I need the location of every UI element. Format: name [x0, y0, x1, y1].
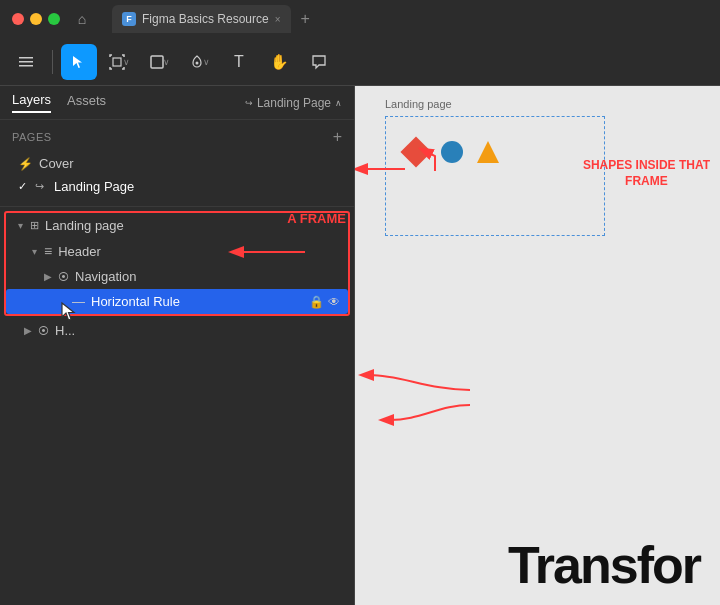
circle-shape — [441, 141, 463, 163]
layer-header[interactable]: ▾ ≡ Header — [6, 238, 348, 264]
frame-type-icon: ⊞ — [30, 219, 39, 232]
toolbar: ∨ ∨ ∨ T ✋ — [0, 38, 720, 86]
landing-page-item[interactable]: ✓ ↪ Landing Page — [12, 175, 342, 198]
layer-name-navigation: Navigation — [75, 269, 340, 284]
layer-actions: 🔒 👁 — [309, 295, 340, 309]
cursor-overlay — [60, 301, 78, 326]
assets-tab[interactable]: Assets — [67, 93, 106, 112]
svg-rect-3 — [113, 58, 121, 66]
svg-rect-0 — [19, 57, 33, 59]
current-page-tab: ↪ Landing Page ∧ — [245, 96, 342, 110]
pages-section: Pages + ⚡ Cover ✓ ↪ Landing Page — [0, 120, 354, 207]
group-type-icon: ≡ — [44, 243, 52, 259]
tab-bar: F Figma Basics Resource × + — [112, 5, 316, 33]
frame-tool-button[interactable]: ∨ — [101, 44, 137, 80]
tab-title: Figma Basics Resource — [142, 12, 269, 26]
canvas-frame-label: Landing page — [385, 98, 452, 110]
traffic-lights — [12, 13, 60, 25]
layer-name-horizontal-rule: Horizontal Rule — [91, 294, 309, 309]
pages-header: Pages + — [12, 128, 342, 146]
active-page-checkmark: ✓ — [18, 180, 27, 193]
panel-tabs: Layers Assets ↪ Landing Page ∧ — [0, 86, 354, 120]
visibility-icon[interactable]: 👁 — [328, 295, 340, 309]
menu-tool-button[interactable] — [8, 44, 44, 80]
triangle-shape — [477, 141, 499, 163]
comment-tool-button[interactable] — [301, 44, 337, 80]
layers-section: ▾ ⊞ Landing page ▾ ≡ Header ▶ ⦿ Navigati… — [0, 207, 354, 605]
svg-rect-1 — [19, 61, 33, 63]
h-component-type-icon: ⦿ — [38, 325, 49, 337]
tab-close-button[interactable]: × — [275, 14, 281, 25]
layers-tab[interactable]: Layers — [12, 92, 51, 113]
lock-icon[interactable]: 🔒 — [309, 295, 324, 309]
layer-h-toggle[interactable]: ▶ — [22, 325, 34, 337]
landing-page-label: Landing Page — [54, 179, 134, 194]
layer-name-header: Header — [58, 244, 340, 259]
pages-section-title: Pages — [12, 131, 52, 143]
home-icon[interactable]: ⌂ — [68, 5, 96, 33]
canvas-area[interactable]: Landing page SHAPES INSIDE THATFRAME — [355, 86, 720, 605]
red-box-frame-highlight: ▾ ⊞ Landing page ▾ ≡ Header ▶ ⦿ Navigati… — [4, 211, 350, 316]
cover-page-label: Cover — [39, 156, 74, 171]
layer-h-component[interactable]: ▶ ⦿ H... — [0, 318, 354, 343]
figma-tab-icon: F — [122, 12, 136, 26]
shapes-annotation: SHAPES INSIDE THATFRAME — [583, 158, 710, 189]
hand-tool-button[interactable]: ✋ — [261, 44, 297, 80]
layer-header-toggle[interactable]: ▾ — [28, 245, 40, 257]
canvas-frame — [385, 116, 605, 236]
diamond-shape — [400, 136, 431, 167]
layer-nav-toggle[interactable]: ▶ — [42, 271, 54, 283]
cover-page-icon: ⚡ — [18, 157, 33, 171]
component-type-icon: ⦿ — [58, 271, 69, 283]
main-layout: Layers Assets ↪ Landing Page ∧ Pages + ⚡… — [0, 86, 720, 605]
layer-expand-toggle[interactable]: ▾ — [14, 220, 26, 232]
svg-rect-2 — [19, 65, 33, 67]
left-panel: Layers Assets ↪ Landing Page ∧ Pages + ⚡… — [0, 86, 355, 605]
a-frame-annotation: A FRAME — [287, 211, 346, 226]
rect-tool-button[interactable]: ∨ — [141, 44, 177, 80]
svg-rect-4 — [151, 56, 163, 68]
cover-page-item[interactable]: ⚡ Cover — [12, 152, 342, 175]
svg-point-5 — [195, 61, 198, 64]
toolbar-separator-1 — [52, 50, 53, 74]
layer-horizontal-rule[interactable]: ▶ — Horizontal Rule 🔒 👁 — [6, 289, 348, 314]
layer-name-h-component: H... — [55, 323, 346, 338]
active-tab[interactable]: F Figma Basics Resource × — [112, 5, 291, 33]
canvas-shapes — [405, 141, 499, 163]
maximize-traffic-light[interactable] — [48, 13, 60, 25]
bottom-transform-text: Transfor — [508, 535, 700, 595]
add-tab-button[interactable]: + — [295, 10, 316, 28]
landing-page-icon: ↪ — [35, 180, 44, 193]
pen-tool-button[interactable]: ∨ — [181, 44, 217, 80]
text-tool-button[interactable]: T — [221, 44, 257, 80]
minimize-traffic-light[interactable] — [30, 13, 42, 25]
current-page-label: Landing Page — [257, 96, 331, 110]
add-page-button[interactable]: + — [333, 128, 342, 146]
close-traffic-light[interactable] — [12, 13, 24, 25]
title-bar: ⌂ F Figma Basics Resource × + — [0, 0, 720, 38]
select-tool-button[interactable] — [61, 44, 97, 80]
layer-navigation[interactable]: ▶ ⦿ Navigation — [6, 264, 348, 289]
